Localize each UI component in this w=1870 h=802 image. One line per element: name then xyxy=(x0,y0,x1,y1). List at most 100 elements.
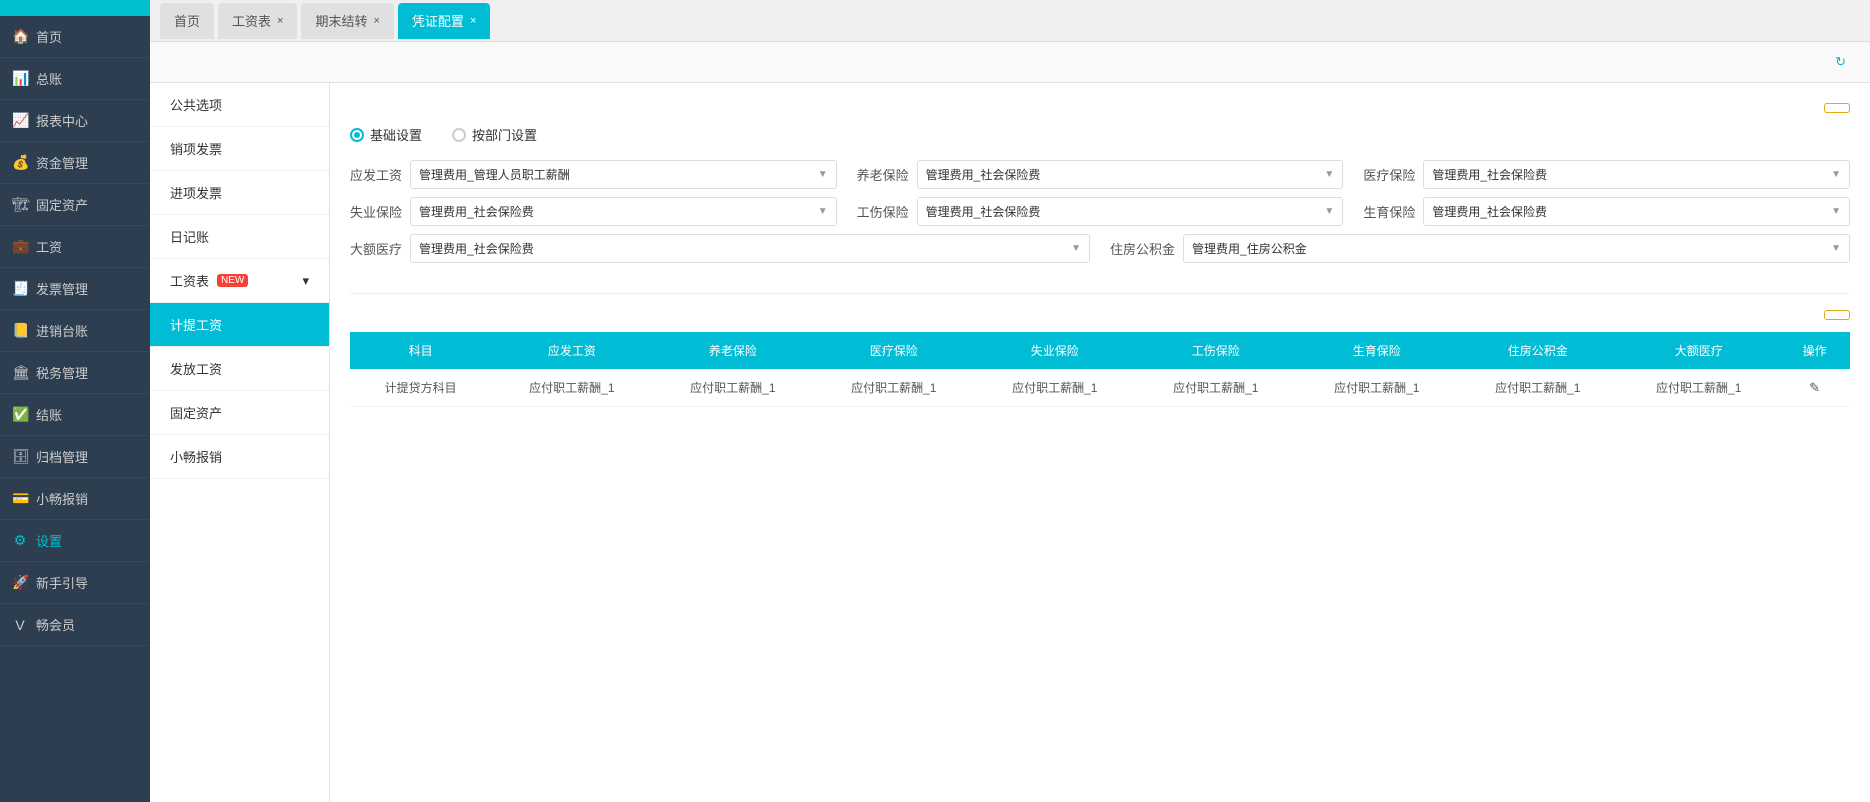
field-zhu-fang: 住房公积金 管理费用_住房公积金 ▼ xyxy=(1110,234,1850,263)
page-header: ↻ xyxy=(150,42,1870,83)
fixed-assets-icon: 🏗 xyxy=(12,196,28,213)
tab-close-period-end-tab[interactable]: × xyxy=(373,15,379,27)
sidebar-item-home[interactable]: 🏠 首页 xyxy=(0,16,150,58)
left-nav-item-purchase-invoice[interactable]: 进项发票 xyxy=(150,171,329,215)
th-住房公积金: 住房公积金 xyxy=(1457,332,1618,369)
credit-section: 科目应发工资养老保险医疗保险失业保险工伤保险生育保险住房公积金大额医疗操作 计提… xyxy=(350,310,1850,407)
sidebar-item-tax-management[interactable]: 🏛 税务管理 xyxy=(0,352,150,394)
field-label-gong-shang: 工伤保险 xyxy=(857,202,909,221)
left-nav-item-pay-payroll[interactable]: 发放工资 xyxy=(150,347,329,391)
left-nav-item-xiao-chang-expense-nav[interactable]: 小畅报销 xyxy=(150,435,329,479)
select-yang-lao[interactable]: 管理费用_社会保险费 ▼ xyxy=(917,160,1344,189)
tab-close-payroll-tab[interactable]: × xyxy=(277,15,283,27)
select-sheng-yu[interactable]: 管理费用_社会保险费 ▼ xyxy=(1423,197,1850,226)
radio-basic-setting[interactable]: 基础设置 xyxy=(350,125,422,144)
sidebar-item-label-payroll: 工资 xyxy=(36,237,62,256)
archive-icon: 🗄 xyxy=(12,448,28,465)
tab-close-voucher-config-tab[interactable]: × xyxy=(470,15,476,27)
th-应发工资: 应发工资 xyxy=(491,332,652,369)
cell-da-e: 应付职工薪酬_1 xyxy=(1618,369,1779,407)
left-nav-item-accrued-payroll[interactable]: 计提工资 xyxy=(150,303,329,347)
left-nav-label-xiao-chang-expense-nav: 小畅报销 xyxy=(170,447,222,466)
sidebar-item-invoice-management[interactable]: 🧾 发票管理 xyxy=(0,268,150,310)
sidebar-item-label-settings: 设置 xyxy=(36,531,62,550)
select-zhu-fang[interactable]: 管理费用_住房公积金 ▼ xyxy=(1183,234,1850,263)
select-da-e-arrow: ▼ xyxy=(1071,243,1081,254)
field-sheng-yu: 生育保险 管理费用_社会保险费 ▼ xyxy=(1363,197,1850,226)
left-nav-label-sales-invoice: 销项发票 xyxy=(170,139,222,158)
left-nav-item-journal[interactable]: 日记账 xyxy=(150,215,329,259)
sidebar-item-report-center[interactable]: 📈 报表中心 xyxy=(0,100,150,142)
sidebar-item-guide[interactable]: 🚀 新手引导 xyxy=(0,562,150,604)
closing-icon: ✅ xyxy=(12,406,28,423)
edit-icon[interactable]: ✎ xyxy=(1809,380,1820,395)
tab-voucher-config-tab[interactable]: 凭证配置 × xyxy=(398,3,490,39)
sidebar-item-fixed-assets[interactable]: 🏗 固定资产 xyxy=(0,184,150,226)
field-label-shi-ye: 失业保险 xyxy=(350,202,402,221)
sidebar-item-payroll[interactable]: 💼 工资 xyxy=(0,226,150,268)
th-生育保险: 生育保险 xyxy=(1296,332,1457,369)
field-label-zhu-fang: 住房公积金 xyxy=(1110,239,1175,258)
left-nav-label-pay-payroll: 发放工资 xyxy=(170,359,222,378)
app-header xyxy=(0,0,150,16)
left-nav-label-accrued-payroll: 计提工资 xyxy=(170,315,222,334)
main-content: 首页工资表× 期末结转 × 凭证配置 × ↻ 公共选项 销项发票 进项发票 日记账 工资… xyxy=(150,0,1870,802)
tab-label-period-end-tab: 期末结转 xyxy=(315,11,367,30)
radio-dept-setting[interactable]: 按部门设置 xyxy=(452,125,537,144)
select-gong-shang[interactable]: 管理费用_社会保险费 ▼ xyxy=(917,197,1344,226)
sidebar-item-fund-management[interactable]: 💰 资金管理 xyxy=(0,142,150,184)
sidebar-item-label-fund-management: 资金管理 xyxy=(36,153,88,172)
payroll-icon: 💼 xyxy=(12,238,28,255)
refresh-icon: ↻ xyxy=(1835,54,1846,70)
select-yi-liao[interactable]: 管理费用_社会保险费 ▼ xyxy=(1423,160,1850,189)
select-yi-liao-arrow: ▼ xyxy=(1831,169,1841,180)
invoice-management-icon: 🧾 xyxy=(12,280,28,297)
sidebar-item-general-ledger[interactable]: 📊 总账 xyxy=(0,58,150,100)
select-sheng-yu-value: 管理费用_社会保险费 xyxy=(1432,203,1547,220)
sidebar-item-archive[interactable]: 🗄 归档管理 xyxy=(0,436,150,478)
sidebar-item-settings[interactable]: ⚙ 设置 xyxy=(0,520,150,562)
chevron-down-icon: ▾ xyxy=(302,273,309,289)
tab-period-end-tab[interactable]: 期末结转 × xyxy=(301,3,393,39)
left-nav-item-payroll-table[interactable]: 工资表NEW ▾ xyxy=(150,259,329,303)
select-ying-fa-arrow: ▼ xyxy=(818,169,828,180)
tab-payroll-tab[interactable]: 工资表× xyxy=(218,3,297,39)
nav-item-content-payroll-table: 工资表NEW xyxy=(170,271,248,290)
select-ying-fa[interactable]: 管理费用_管理人员职工薪酬 ▼ xyxy=(410,160,837,189)
sidebar-item-label-sales-ledger: 进销台账 xyxy=(36,321,88,340)
cell-sheng-yu: 应付职工薪酬_1 xyxy=(1296,369,1457,407)
cell-action[interactable]: ✎ xyxy=(1779,369,1850,407)
tab-label-home-tab: 首页 xyxy=(174,11,200,30)
field-label-yi-liao: 医疗保险 xyxy=(1363,165,1415,184)
tab-label-voucher-config-tab: 凭证配置 xyxy=(412,11,464,30)
sidebar-item-sales-ledger[interactable]: 📒 进销台账 xyxy=(0,310,150,352)
select-da-e[interactable]: 管理费用_社会保险费 ▼ xyxy=(410,234,1090,263)
settings-icon: ⚙ xyxy=(12,532,28,549)
new-badge-payroll-table: NEW xyxy=(217,274,248,287)
credit-auto-match-button[interactable] xyxy=(1824,310,1850,320)
left-nav-item-fixed-assets-nav[interactable]: 固定资产 xyxy=(150,391,329,435)
home-icon: 🏠 xyxy=(12,28,28,45)
cell-yi-liao: 应付职工薪酬_1 xyxy=(813,369,974,407)
left-nav-item-public-options[interactable]: 公共选项 xyxy=(150,83,329,127)
select-shi-ye[interactable]: 管理费用_社会保险费 ▼ xyxy=(410,197,837,226)
debit-auto-match-button[interactable] xyxy=(1824,103,1850,113)
tab-home-tab[interactable]: 首页 xyxy=(160,3,214,39)
field-yi-liao: 医疗保险 管理费用_社会保险费 ▼ xyxy=(1363,160,1850,189)
sidebar-item-label-general-ledger: 总账 xyxy=(36,69,62,88)
table-row: 计提贷方科目 应付职工薪酬_1 应付职工薪酬_1 应付职工薪酬_1 应付职工薪酬… xyxy=(350,369,1850,407)
field-gong-shang: 工伤保险 管理费用_社会保险费 ▼ xyxy=(857,197,1344,226)
field-yang-lao: 养老保险 管理费用_社会保险费 ▼ xyxy=(857,160,1344,189)
sidebar-item-xiao-chang-expense[interactable]: 💳 小畅报销 xyxy=(0,478,150,520)
sidebar-item-label-closing: 结账 xyxy=(36,405,62,424)
select-zhu-fang-arrow: ▼ xyxy=(1831,243,1841,254)
sales-ledger-icon: 📒 xyxy=(12,322,28,339)
field-da-e: 大额医疗 管理费用_社会保险费 ▼ xyxy=(350,234,1090,263)
left-nav-item-sales-invoice[interactable]: 销项发票 xyxy=(150,127,329,171)
refresh-button[interactable]: ↻ xyxy=(1835,54,1850,70)
sidebar-item-closing[interactable]: ✅ 结账 xyxy=(0,394,150,436)
nav-item-content-public-options: 公共选项 xyxy=(170,95,222,114)
debit-section-header xyxy=(350,103,1850,113)
sidebar-item-member[interactable]: V 畅会员 xyxy=(0,604,150,646)
tax-management-icon: 🏛 xyxy=(12,364,28,381)
